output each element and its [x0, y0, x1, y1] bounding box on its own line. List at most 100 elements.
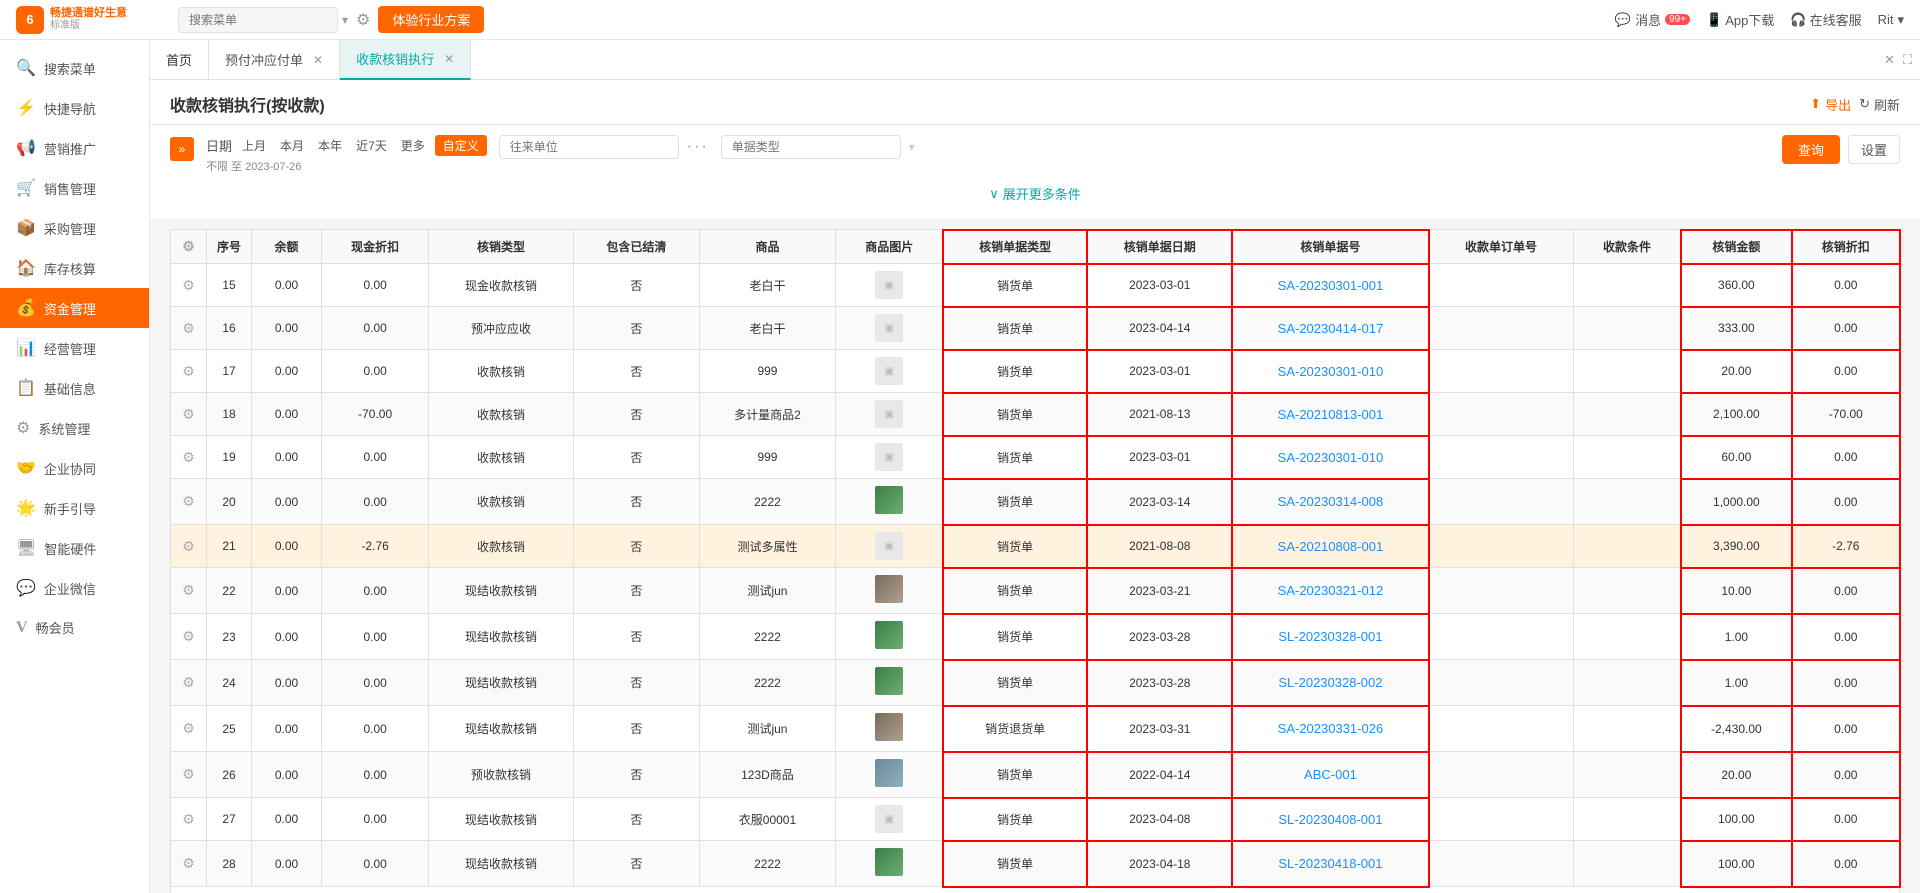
- window-minimize-icon[interactable]: ✕: [1884, 52, 1895, 68]
- cell-settings[interactable]: ⚙: [171, 841, 207, 887]
- row-settings-icon[interactable]: ⚙: [182, 628, 195, 644]
- sidebar-item-purchase[interactable]: 📦 采购管理: [0, 208, 149, 248]
- date-this-month-btn[interactable]: 本月: [276, 135, 308, 156]
- cell-settings[interactable]: ⚙: [171, 798, 207, 841]
- tab-prepay[interactable]: 预付冲应付单 ✕: [209, 40, 340, 80]
- cell-settings[interactable]: ⚙: [171, 479, 207, 525]
- column-settings-button[interactable]: 设置: [1848, 135, 1900, 164]
- tab-home[interactable]: 首页: [150, 40, 209, 80]
- tab-prepay-close-icon[interactable]: ✕: [313, 53, 323, 67]
- query-button[interactable]: 查询: [1782, 135, 1840, 164]
- cell-docno[interactable]: SA-20230301-010: [1232, 436, 1429, 479]
- cell-settings[interactable]: ⚙: [171, 525, 207, 568]
- sidebar-item-system[interactable]: ⚙ 系统管理: [0, 408, 149, 448]
- date-more-btn[interactable]: 更多: [397, 135, 429, 156]
- sidebar-item-basic[interactable]: 📋 基础信息: [0, 368, 149, 408]
- cell-docno[interactable]: SA-20230301-010: [1232, 350, 1429, 393]
- doc-no-link[interactable]: SA-20230301-010: [1278, 450, 1384, 465]
- cell-docno[interactable]: SA-20210813-001: [1232, 393, 1429, 436]
- row-settings-icon[interactable]: ⚙: [182, 766, 195, 782]
- cell-settings[interactable]: ⚙: [171, 706, 207, 752]
- row-settings-icon[interactable]: ⚙: [182, 674, 195, 690]
- gear-icon[interactable]: ⚙: [356, 10, 370, 30]
- table-settings-icon[interactable]: ⚙: [182, 238, 195, 254]
- row-settings-icon[interactable]: ⚙: [182, 582, 195, 598]
- doctype-input[interactable]: [721, 135, 901, 159]
- doc-no-link[interactable]: SA-20230314-008: [1278, 494, 1384, 509]
- cell-docno[interactable]: SA-20210808-001: [1232, 525, 1429, 568]
- cell-docno[interactable]: SA-20230331-026: [1232, 706, 1429, 752]
- sidebar-item-search[interactable]: 🔍 搜索菜单: [0, 48, 149, 88]
- date-custom-btn[interactable]: 自定义: [435, 135, 487, 156]
- row-settings-icon[interactable]: ⚙: [182, 449, 195, 465]
- cell-docno[interactable]: SA-20230314-008: [1232, 479, 1429, 525]
- industry-solution-button[interactable]: 体验行业方案: [378, 6, 484, 33]
- doc-no-link[interactable]: SA-20210808-001: [1278, 539, 1384, 554]
- doc-no-link[interactable]: SA-20230414-017: [1278, 321, 1384, 336]
- cell-docno[interactable]: SA-20230414-017: [1232, 307, 1429, 350]
- cell-docno[interactable]: SL-20230328-001: [1232, 614, 1429, 660]
- row-settings-icon[interactable]: ⚙: [182, 320, 195, 336]
- row-settings-icon[interactable]: ⚙: [182, 720, 195, 736]
- sidebar-item-quicknav[interactable]: ⚡ 快捷导航: [0, 88, 149, 128]
- date-7days-btn[interactable]: 近7天: [352, 135, 391, 156]
- sidebar-item-operations[interactable]: 📊 经营管理: [0, 328, 149, 368]
- cell-settings[interactable]: ⚙: [171, 568, 207, 614]
- cell-docno[interactable]: SA-20230301-001: [1232, 264, 1429, 307]
- doctype-dropdown-icon[interactable]: ▾: [909, 140, 915, 154]
- row-settings-icon[interactable]: ⚙: [182, 493, 195, 509]
- sidebar-item-inventory[interactable]: 🏠 库存核算: [0, 248, 149, 288]
- cell-settings[interactable]: ⚙: [171, 436, 207, 479]
- row-settings-icon[interactable]: ⚙: [182, 811, 195, 827]
- col-header-settings[interactable]: ⚙: [171, 230, 207, 264]
- date-this-year-btn[interactable]: 本年: [314, 135, 346, 156]
- tab-receipt-close-icon[interactable]: ✕: [444, 52, 454, 66]
- cell-settings[interactable]: ⚙: [171, 752, 207, 798]
- cell-docno[interactable]: SL-20230418-001: [1232, 841, 1429, 887]
- partner-more-icon[interactable]: ···: [687, 138, 709, 156]
- cell-settings[interactable]: ⚙: [171, 264, 207, 307]
- row-settings-icon[interactable]: ⚙: [182, 277, 195, 293]
- row-settings-icon[interactable]: ⚙: [182, 406, 195, 422]
- sidebar-item-collab[interactable]: 🤝 企业协同: [0, 448, 149, 488]
- app-download-link[interactable]: 📱 App下载: [1706, 10, 1774, 29]
- online-service-link[interactable]: 🎧 在线客服: [1790, 10, 1861, 29]
- row-settings-icon[interactable]: ⚙: [182, 538, 195, 554]
- cell-settings[interactable]: ⚙: [171, 660, 207, 706]
- sidebar-item-hardware[interactable]: 🖥 智能硬件: [0, 528, 149, 568]
- cell-settings[interactable]: ⚙: [171, 614, 207, 660]
- doc-no-link[interactable]: SA-20230321-012: [1278, 583, 1384, 598]
- doc-no-link[interactable]: ABC-001: [1304, 767, 1357, 782]
- doc-no-link[interactable]: SA-20230301-010: [1278, 364, 1384, 379]
- cell-docno[interactable]: SL-20230328-002: [1232, 660, 1429, 706]
- user-area[interactable]: Rit ▾: [1878, 12, 1904, 28]
- sidebar-item-wechat[interactable]: 💬 企业微信: [0, 568, 149, 608]
- doc-no-link[interactable]: SL-20230328-001: [1278, 629, 1382, 644]
- cell-settings[interactable]: ⚙: [171, 350, 207, 393]
- row-settings-icon[interactable]: ⚙: [182, 855, 195, 871]
- window-maximize-icon[interactable]: ⛶: [1903, 52, 1912, 68]
- sidebar-item-sales[interactable]: 🛒 销售管理: [0, 168, 149, 208]
- refresh-button[interactable]: ↻ 刷新: [1859, 95, 1900, 114]
- export-button[interactable]: ⬆ 导出: [1810, 95, 1851, 114]
- message-area[interactable]: 💬 消息 99+: [1615, 10, 1690, 29]
- table-container[interactable]: ⚙ 序号 余额 现金折扣 核销类型 包含已结清 商品 商品图片 核销单据类型 核…: [150, 219, 1920, 893]
- sidebar-item-finance[interactable]: 💰 资金管理: [0, 288, 149, 328]
- doc-no-link[interactable]: SL-20230328-002: [1278, 675, 1382, 690]
- doc-no-link[interactable]: SL-20230408-001: [1278, 812, 1382, 827]
- date-last-month-btn[interactable]: 上月: [238, 135, 270, 156]
- cell-docno[interactable]: ABC-001: [1232, 752, 1429, 798]
- doc-no-link[interactable]: SA-20210813-001: [1278, 407, 1384, 422]
- sidebar-item-marketing[interactable]: 📢 营销推广: [0, 128, 149, 168]
- cell-settings[interactable]: ⚙: [171, 307, 207, 350]
- filter-expand-btn[interactable]: »: [170, 137, 194, 161]
- tab-receipt[interactable]: 收款核销执行 ✕: [340, 40, 471, 80]
- doc-no-link[interactable]: SL-20230418-001: [1278, 856, 1382, 871]
- cell-docno[interactable]: SL-20230408-001: [1232, 798, 1429, 841]
- expand-more-conditions-btn[interactable]: ∨ 展开更多条件: [170, 184, 1900, 203]
- cell-docno[interactable]: SA-20230321-012: [1232, 568, 1429, 614]
- top-search-input[interactable]: [178, 7, 338, 33]
- cell-settings[interactable]: ⚙: [171, 393, 207, 436]
- doc-no-link[interactable]: SA-20230331-026: [1278, 721, 1384, 736]
- sidebar-item-guide[interactable]: 🌟 新手引导: [0, 488, 149, 528]
